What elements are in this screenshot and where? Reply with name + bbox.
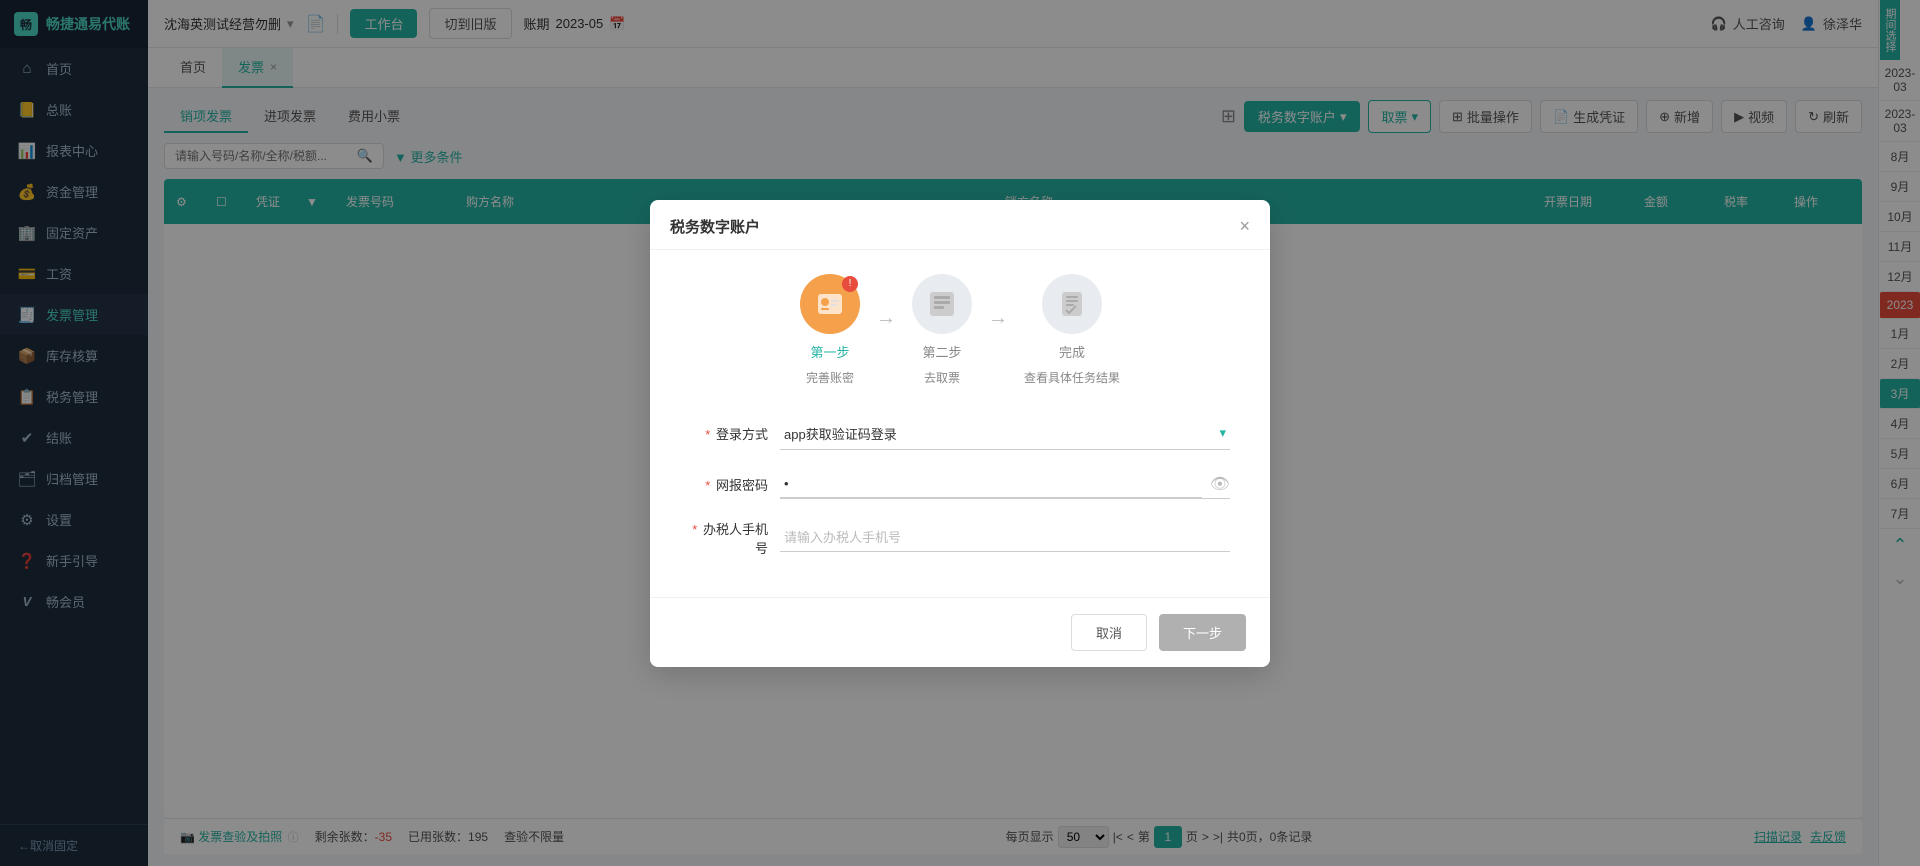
password-label: * 网报密码 [690,475,780,494]
phone-input[interactable] [780,524,1230,552]
step-1-sub: 完善账密 [806,369,854,386]
step-1: ! 第一步 完善账密 [800,274,860,386]
step-1-error-badge: ! [842,276,858,292]
cancel-button[interactable]: 取消 [1071,614,1147,651]
dialog-close-button[interactable]: × [1239,217,1250,235]
login-method-select[interactable]: app获取验证码登录 ▾ [780,418,1230,450]
dialog-footer: 取消 下一步 [650,597,1270,667]
step-1-icon: ! [800,274,860,334]
next-button[interactable]: 下一步 [1159,614,1246,651]
login-method-row: * 登录方式 app获取验证码登录 ▾ [690,418,1230,450]
login-method-dropdown-icon: ▾ [1219,425,1226,441]
steps: ! 第一步 完善账密 → [690,274,1230,386]
dialog-overlay: 税务数字账户 × ! [0,0,1920,866]
step-2-label: 第二步 [922,342,961,361]
login-method-value: app获取验证码登录 [784,424,897,443]
password-input[interactable] [780,470,1202,498]
step-2-icon [912,274,972,334]
step-2-sub: 去取票 [924,369,960,386]
phone-label: * 办税人手机号 [690,519,780,557]
step-1-label: 第一步 [810,342,849,361]
dialog-title: 税务数字账户 [670,216,760,237]
dialog-body: ! 第一步 完善账密 → [650,250,1270,597]
dialog: 税务数字账户 × ! [650,200,1270,667]
step-3: 完成 查看具体任务结果 [1024,274,1120,386]
step-3-sub: 查看具体任务结果 [1024,369,1120,386]
step-arrow-1: → [876,307,896,352]
step-2: 第二步 去取票 [912,274,972,386]
phone-row: * 办税人手机号 [690,519,1230,557]
password-field-wrapper: 👁 [780,470,1230,499]
password-visibility-toggle[interactable]: 👁 [1210,474,1230,494]
dialog-header: 税务数字账户 × [650,200,1270,250]
login-method-label: * 登录方式 [690,424,780,443]
step-3-label: 完成 [1059,342,1085,361]
step-3-icon [1042,274,1102,334]
password-row: * 网报密码 👁 [690,470,1230,499]
step-arrow-2: → [988,307,1008,352]
